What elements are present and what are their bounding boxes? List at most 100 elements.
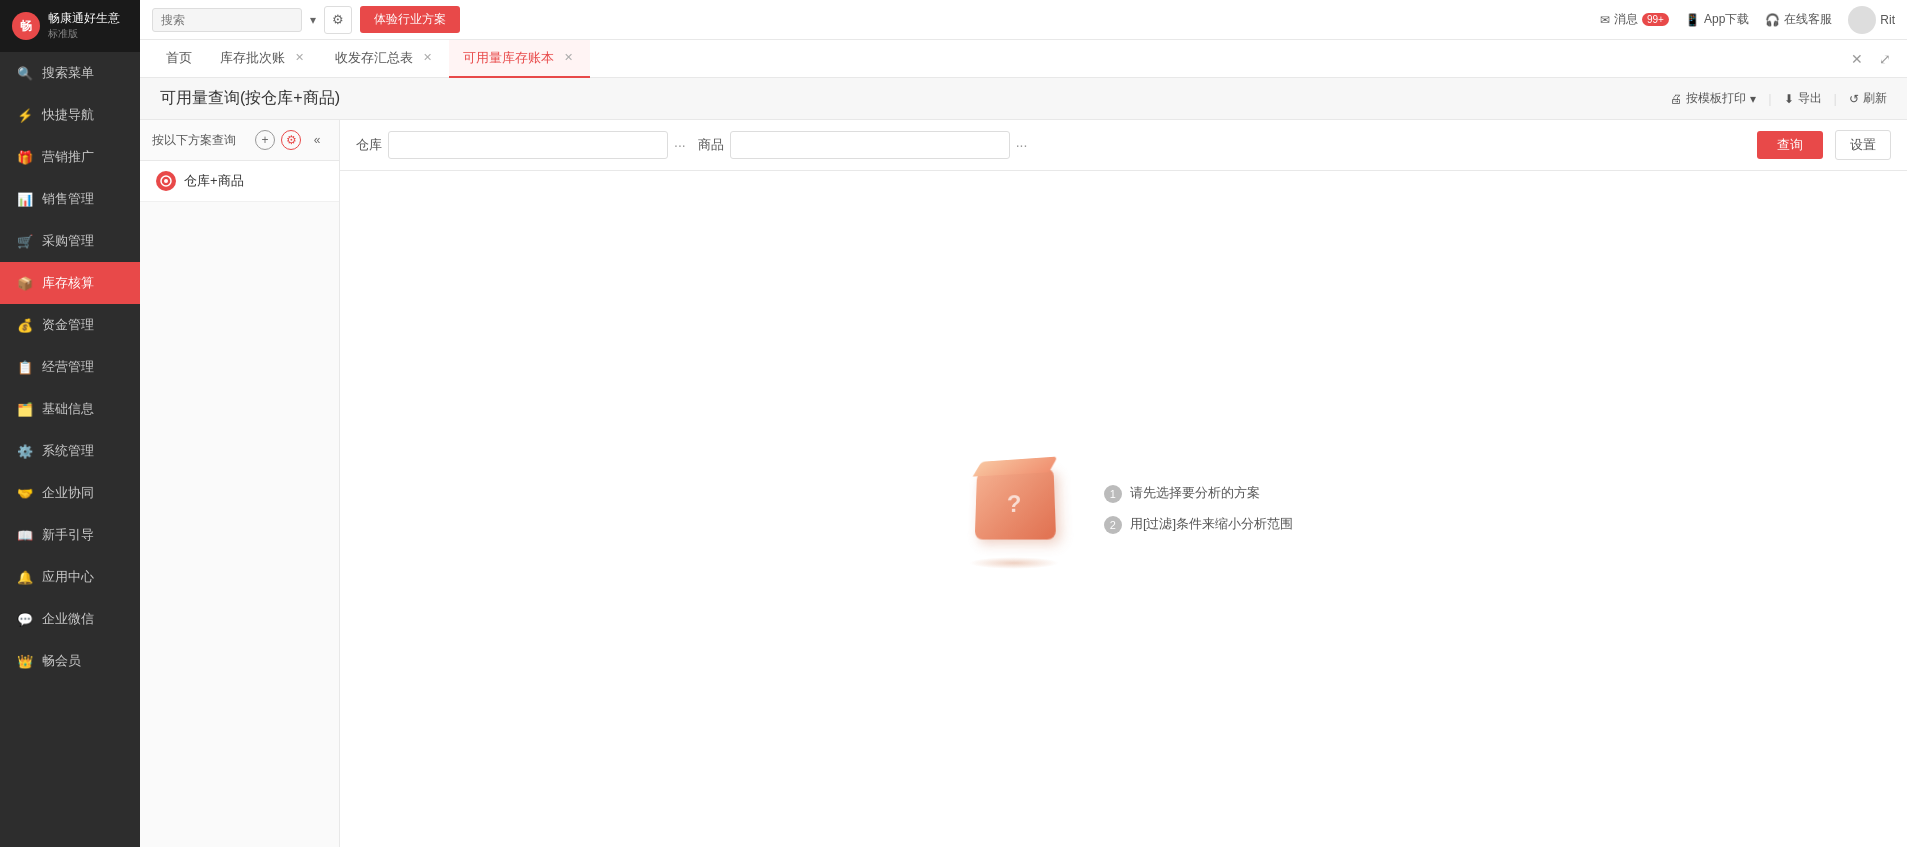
sidebar: 畅 畅康通好生意 标准版 🔍 搜索菜单 ⚡ 快捷导航 🎁 营销推广 📊 销售管理… — [0, 0, 140, 847]
sidebar-item-shortcut[interactable]: ⚡ 快捷导航 — [0, 94, 140, 136]
shortcut-icon: ⚡ — [16, 106, 34, 124]
wechat-icon: 💬 — [16, 610, 34, 628]
empty-tips: 1 请先选择要分析的方案 2 用[过滤]条件来缩小分析范围 — [1104, 484, 1293, 534]
sidebar-item-wechat[interactable]: 💬 企业微信 — [0, 598, 140, 640]
product-more-btn[interactable]: ··· — [1016, 137, 1028, 153]
sidebar-item-member[interactable]: 👑 畅会员 — [0, 640, 140, 682]
left-panel-actions: + ⚙ « — [255, 130, 327, 150]
sidebar-brand: 畅康通好生意 标准版 — [48, 11, 120, 41]
message-item[interactable]: ✉ 消息 99+ — [1600, 11, 1669, 28]
tab-batch-close[interactable]: ✕ — [291, 50, 307, 66]
search-icon: 🔍 — [16, 64, 34, 82]
main-area: ▾ ⚙ 体验行业方案 ✉ 消息 99+ 📱 App下载 🎧 在线客服 Rit — [140, 0, 1907, 847]
export-icon: ⬇ — [1784, 92, 1794, 106]
system-icon: ⚙️ — [16, 442, 34, 460]
empty-shadow — [969, 557, 1059, 569]
tab-home[interactable]: 首页 — [152, 40, 206, 78]
print-button[interactable]: 🖨 按模板打印 ▾ — [1670, 90, 1756, 107]
empty-box — [975, 468, 1056, 539]
export-button[interactable]: ⬇ 导出 — [1784, 90, 1822, 107]
product-field: 商品 ··· — [698, 131, 1028, 159]
right-panel: 仓库 ··· 商品 ··· 查询 设置 — [340, 120, 1907, 847]
empty-illustration — [954, 449, 1074, 569]
sidebar-item-system[interactable]: ⚙️ 系统管理 — [0, 430, 140, 472]
sidebar-item-inventory[interactable]: 📦 库存核算 — [0, 262, 140, 304]
content-area: 按以下方案查询 + ⚙ « 仓库+商品 — [140, 120, 1907, 847]
tip-number-1: 1 — [1104, 485, 1122, 503]
tab-summary-close[interactable]: ✕ — [419, 50, 435, 66]
tab-batch[interactable]: 库存批次账 ✕ — [206, 40, 321, 78]
warehouse-more-btn[interactable]: ··· — [674, 137, 686, 153]
query-button[interactable]: 查询 — [1757, 131, 1823, 159]
tab-available[interactable]: 可用量库存账本 ✕ — [449, 40, 590, 78]
sidebar-item-enterprise[interactable]: 🤝 企业协同 — [0, 472, 140, 514]
user-profile[interactable]: Rit — [1848, 6, 1895, 34]
empty-state: 1 请先选择要分析的方案 2 用[过滤]条件来缩小分析范围 — [340, 171, 1907, 847]
warehouse-input[interactable] — [388, 131, 668, 159]
sidebar-item-newuser[interactable]: 📖 新手引导 — [0, 514, 140, 556]
message-badge: 99+ — [1642, 13, 1669, 26]
add-scheme-btn[interactable]: + — [255, 130, 275, 150]
warehouse-label: 仓库 — [356, 136, 382, 154]
product-label: 商品 — [698, 136, 724, 154]
topbar-dropdown[interactable]: ▾ — [310, 13, 316, 27]
sidebar-item-marketing[interactable]: 🎁 营销推广 — [0, 136, 140, 178]
online-service-item[interactable]: 🎧 在线客服 — [1765, 11, 1832, 28]
left-panel-header: 按以下方案查询 + ⚙ « — [140, 120, 339, 161]
sales-icon: 📊 — [16, 190, 34, 208]
page-title: 可用量查询(按仓库+商品) — [160, 88, 340, 109]
refresh-button[interactable]: ↺ 刷新 — [1849, 90, 1887, 107]
sidebar-nav: 🔍 搜索菜单 ⚡ 快捷导航 🎁 营销推广 📊 销售管理 🛒 采购管理 📦 库存核… — [0, 52, 140, 847]
member-icon: 👑 — [16, 652, 34, 670]
sidebar-item-operations[interactable]: 📋 经营管理 — [0, 346, 140, 388]
topbar-search-input[interactable] — [152, 8, 302, 32]
sidebar-header: 畅 畅康通好生意 标准版 — [0, 0, 140, 52]
collapse-panel-btn[interactable]: « — [307, 130, 327, 150]
enterprise-icon: 🤝 — [16, 484, 34, 502]
sidebar-item-apps[interactable]: 🔔 应用中心 — [0, 556, 140, 598]
topbar-settings-btn[interactable]: ⚙ — [324, 6, 352, 34]
sidebar-item-sales[interactable]: 📊 销售管理 — [0, 178, 140, 220]
page-header: 可用量查询(按仓库+商品) 🖨 按模板打印 ▾ | ⬇ 导出 | ↺ 刷新 — [140, 78, 1907, 120]
sidebar-item-purchase[interactable]: 🛒 采购管理 — [0, 220, 140, 262]
query-bar: 仓库 ··· 商品 ··· 查询 设置 — [340, 120, 1907, 171]
inventory-icon: 📦 — [16, 274, 34, 292]
warehouse-field: 仓库 ··· — [356, 131, 686, 159]
tabs-bar: 首页 库存批次账 ✕ 收发存汇总表 ✕ 可用量库存账本 ✕ ✕ ⤢ — [140, 40, 1907, 78]
empty-tip-2: 2 用[过滤]条件来缩小分析范围 — [1104, 515, 1293, 534]
basic-icon: 🗂️ — [16, 400, 34, 418]
phone-icon: 📱 — [1685, 13, 1700, 27]
apps-icon: 🔔 — [16, 568, 34, 586]
operations-icon: 📋 — [16, 358, 34, 376]
warehouse-scheme-icon — [156, 171, 176, 191]
headset-icon: 🎧 — [1765, 13, 1780, 27]
tab-window-actions: ✕ ⤢ — [1847, 49, 1895, 69]
marketing-icon: 🎁 — [16, 148, 34, 166]
purchase-icon: 🛒 — [16, 232, 34, 250]
industry-solution-button[interactable]: 体验行业方案 — [360, 6, 460, 33]
username: Rit — [1880, 13, 1895, 27]
avatar — [1848, 6, 1876, 34]
page-actions: 🖨 按模板打印 ▾ | ⬇ 导出 | ↺ 刷新 — [1670, 90, 1887, 107]
left-panel: 按以下方案查询 + ⚙ « 仓库+商品 — [140, 120, 340, 847]
product-input[interactable] — [730, 131, 1010, 159]
sidebar-item-finance[interactable]: 💰 资金管理 — [0, 304, 140, 346]
tab-available-close[interactable]: ✕ — [560, 50, 576, 66]
tab-summary[interactable]: 收发存汇总表 ✕ — [321, 40, 449, 78]
print-dropdown-icon: ▾ — [1750, 92, 1756, 106]
scheme-item-warehouse-product[interactable]: 仓库+商品 — [140, 161, 339, 202]
sidebar-title: 畅康通好生意 — [48, 11, 120, 27]
topbar: ▾ ⚙ 体验行业方案 ✉ 消息 99+ 📱 App下载 🎧 在线客服 Rit — [140, 0, 1907, 40]
tab-maximize-btn[interactable]: ⤢ — [1875, 49, 1895, 69]
app-download-item[interactable]: 📱 App下载 — [1685, 11, 1749, 28]
sidebar-item-search[interactable]: 🔍 搜索菜单 — [0, 52, 140, 94]
topbar-right: ✉ 消息 99+ 📱 App下载 🎧 在线客服 Rit — [1600, 6, 1895, 34]
tab-close-window-btn[interactable]: ✕ — [1847, 49, 1867, 69]
sidebar-item-basic[interactable]: 🗂️ 基础信息 — [0, 388, 140, 430]
settings-button[interactable]: 设置 — [1835, 130, 1891, 160]
empty-tip-1: 1 请先选择要分析的方案 — [1104, 484, 1293, 503]
scheme-settings-btn[interactable]: ⚙ — [281, 130, 301, 150]
sidebar-subtitle: 标准版 — [48, 27, 120, 41]
message-icon: ✉ — [1600, 13, 1610, 27]
tip-number-2: 2 — [1104, 516, 1122, 534]
